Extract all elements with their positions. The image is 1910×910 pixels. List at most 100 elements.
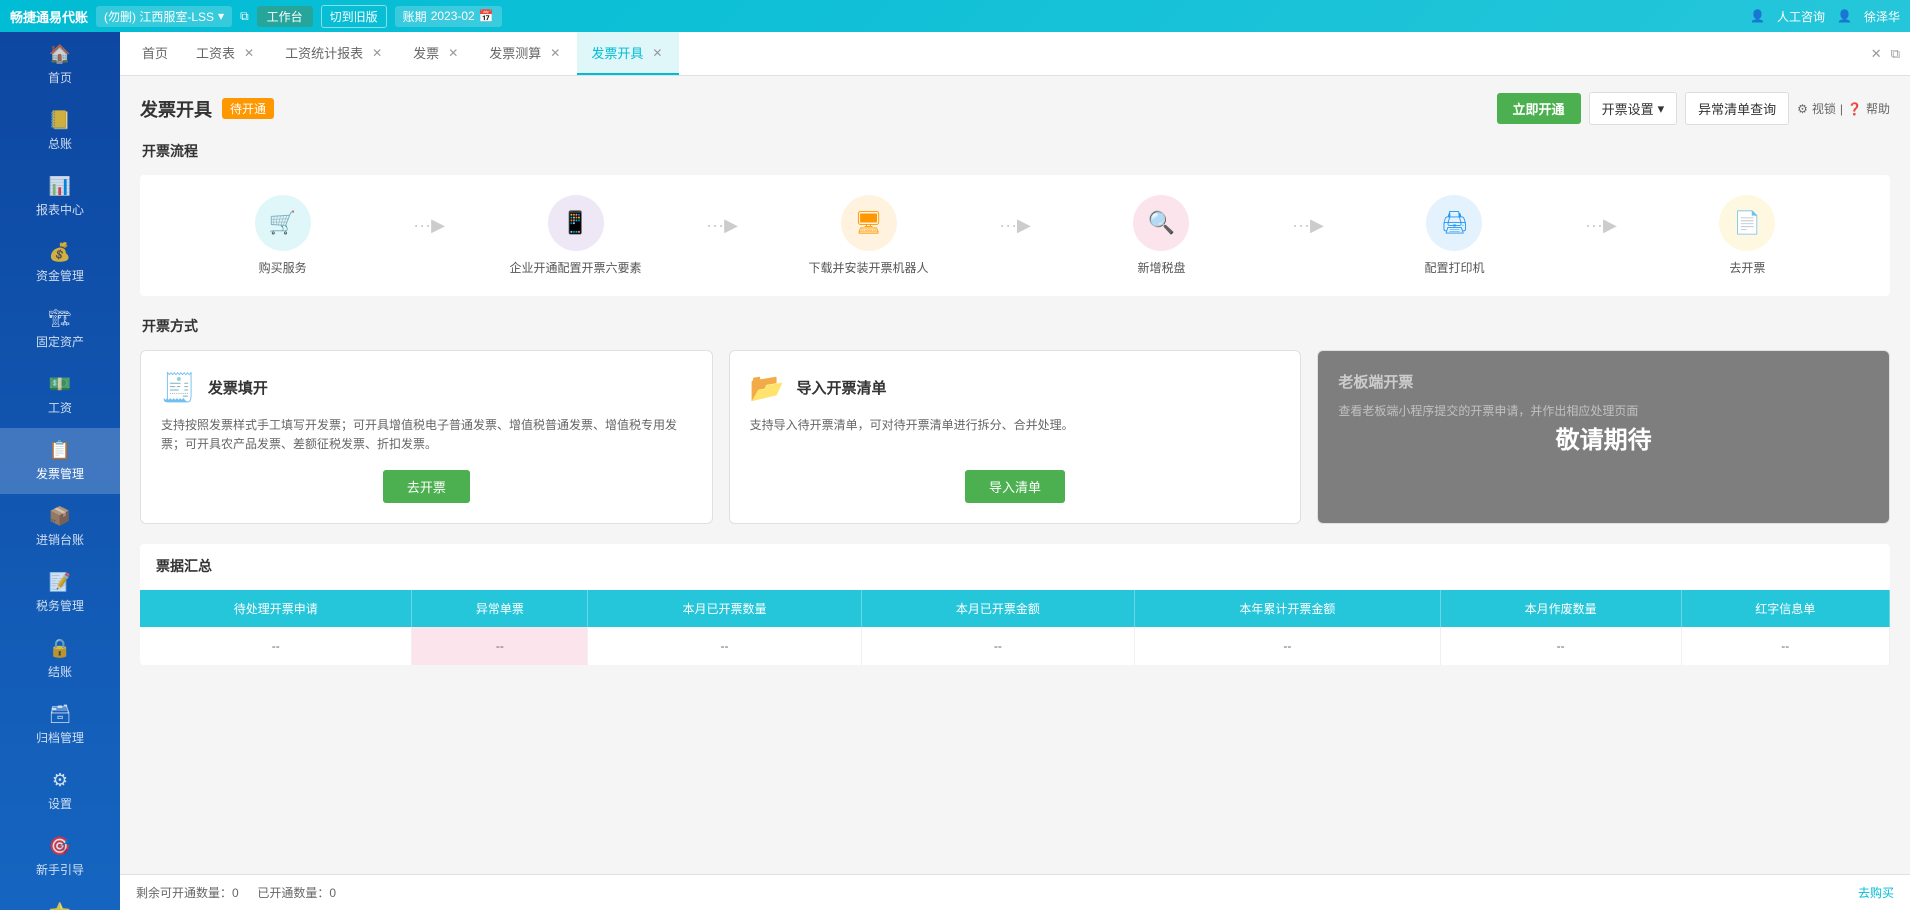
flow-step-printer[interactable]: 🖨 配置打印机 bbox=[1328, 195, 1581, 276]
flow-step-open[interactable]: 📄 去开票 bbox=[1621, 195, 1874, 276]
old-version-button[interactable]: 切到旧版 bbox=[321, 5, 387, 28]
method-card-btn-import[interactable]: 导入清单 bbox=[965, 470, 1065, 503]
dropdown-icon: ▾ bbox=[218, 9, 224, 23]
sidebar-item-salary[interactable]: 💵工资 bbox=[0, 362, 120, 428]
flow-step-download[interactable]: 🖥 下载并安装开票机器人 bbox=[742, 195, 995, 276]
tab-close-salary-table[interactable]: ✕ bbox=[241, 44, 257, 62]
settings-button[interactable]: 开票设置 ▾ bbox=[1589, 92, 1678, 125]
sidebar-item-member[interactable]: ⭐畅会员 bbox=[0, 890, 120, 910]
summary-table: 待处理开票申请异常单票本月已开票数量本月已开票金额本年累计开票金额本月作废数量红… bbox=[140, 590, 1890, 665]
sidebar-label-tax: 税务管理 bbox=[36, 597, 84, 614]
tab-invoice-tool[interactable]: 发票开具✕ bbox=[577, 32, 679, 75]
flow-arrow-0: ···▶ bbox=[413, 215, 445, 256]
tab-label-home: 首页 bbox=[142, 43, 168, 62]
sidebar-item-closing[interactable]: 🔒结账 bbox=[0, 626, 120, 692]
method-card-desc-manual: 支持按照发票样式手工填写开发票；可开具增值税电子普通发票、增值税普通发票、增值税… bbox=[161, 416, 692, 454]
sidebar-icon-member: ⭐ bbox=[49, 902, 71, 910]
workspace-button[interactable]: 工作台 bbox=[257, 6, 313, 27]
method-card-btn-manual[interactable]: 去开票 bbox=[383, 470, 470, 503]
instant-open-button[interactable]: 立即开通 bbox=[1497, 93, 1581, 124]
sidebar-icon-home: 🏠 bbox=[49, 44, 71, 65]
method-card-desc-import: 支持导入待开票清单，可对待开票清单进行拆分、合并处理。 bbox=[750, 416, 1281, 454]
sidebar-icon-assets: 🏗 bbox=[49, 308, 72, 329]
tab-close-invoice-list[interactable]: ✕ bbox=[445, 44, 461, 62]
copy-icon[interactable]: ⧉ bbox=[240, 9, 249, 24]
method-section-title: 开票方式 bbox=[140, 316, 1890, 336]
tab-label-invoice-list: 发票 bbox=[413, 43, 439, 62]
flow-step-buy[interactable]: 🛒 购买服务 bbox=[156, 195, 409, 276]
sidebar-label-ledger: 总账 bbox=[48, 135, 72, 152]
consultant-label[interactable]: 人工咨询 bbox=[1777, 8, 1825, 25]
summary-section-title: 票据汇总 bbox=[140, 544, 1890, 576]
sidebar-item-funds[interactable]: 💰 资金管理 bbox=[0, 230, 120, 296]
flow-step-icon-open: 📄 bbox=[1719, 195, 1775, 251]
methods-row: 🧾 发票填开 支持按照发票样式手工填写开发票；可开具增值税电子普通发票、增值税普… bbox=[140, 350, 1890, 524]
sidebar-label-purchase: 进销台账 bbox=[36, 531, 84, 548]
company-selector[interactable]: (勿删) 江西服室-LSS ▾ bbox=[96, 6, 232, 27]
summary-cell-2: -- bbox=[588, 627, 861, 665]
bottom-bar: 剩余可开通数量：0 已开通数量：0 去购买 bbox=[120, 874, 1910, 910]
view-label: 视锁 bbox=[1812, 100, 1836, 117]
view-controls: ⚙ 视锁 | ❓ 帮助 bbox=[1797, 100, 1890, 117]
flow-section-title: 开票流程 bbox=[140, 141, 1890, 161]
method-card-old: 老板端开票 查看老板端小程序提交的开票申请，并作出相应处理页面 敬请期待 bbox=[1317, 350, 1890, 524]
sidebar-icon-funds: 💰 bbox=[49, 242, 71, 263]
tab-close-invoice-tool[interactable]: ✕ bbox=[649, 44, 665, 62]
bottom-bar-info: 剩余可开通数量：0 已开通数量：0 bbox=[136, 884, 336, 901]
sidebar-item-tax[interactable]: 📝 税务管理 bbox=[0, 560, 120, 626]
tab-label-salary-stats: 工资统计报表 bbox=[285, 43, 363, 62]
sidebar-icon-reports: 📊 bbox=[49, 176, 71, 197]
flow-step-icon-buy: 🛒 bbox=[255, 195, 311, 251]
tab-close-invoice-calc[interactable]: ✕ bbox=[547, 44, 563, 62]
sidebar-icon-tax: 📝 bbox=[49, 572, 71, 593]
period-tag: 账期 2023-02 📅 bbox=[395, 6, 502, 27]
page-actions: 立即开通 开票设置 ▾ 异常清单查询 ⚙ 视锁 | ❓ 帮助 bbox=[1497, 92, 1890, 125]
flow-step-label-config: 企业开通配置开票六要素 bbox=[510, 259, 642, 276]
sidebar-item-home[interactable]: 🏠 首页 bbox=[0, 32, 120, 98]
sidebar-item-invoice[interactable]: 📋发票管理 bbox=[0, 428, 120, 494]
close-all-icon[interactable]: ✕ bbox=[1871, 46, 1882, 62]
sidebar: 🏠 首页 📒总账📊报表中心 💰 资金管理 🏗固定资产💵工资📋发票管理📦进销台账 📝 税务管理 🔒… bbox=[0, 32, 120, 910]
calendar-icon[interactable]: 📅 bbox=[479, 9, 494, 23]
tab-invoice-calc[interactable]: 发票测算✕ bbox=[475, 32, 577, 75]
sidebar-label-closing: 结账 bbox=[48, 663, 72, 680]
flow-arrow-4: ···▶ bbox=[1585, 215, 1617, 256]
sidebar-label-home: 首页 bbox=[48, 69, 72, 86]
flow-step-taxdisk[interactable]: 🔍 新增税盘 bbox=[1035, 195, 1288, 276]
sidebar-item-guide[interactable]: 🎯新手引导 bbox=[0, 824, 120, 890]
remaining-label: 剩余可开通数量：0 bbox=[136, 886, 239, 900]
separator: | bbox=[1840, 102, 1843, 116]
user-avatar: 👤 bbox=[1837, 9, 1852, 23]
tab-home[interactable]: 首页 bbox=[128, 32, 182, 75]
tab-invoice-list[interactable]: 发票 ✕ bbox=[399, 32, 475, 75]
sidebar-icon-guide: 🎯 bbox=[49, 836, 71, 857]
sidebar-item-ledger[interactable]: 📒总账 bbox=[0, 98, 120, 164]
sidebar-label-funds: 资金管理 bbox=[36, 267, 84, 284]
tab-salary-table[interactable]: 工资表✕ bbox=[182, 32, 271, 75]
flow-step-icon-printer: 🖨 bbox=[1426, 195, 1482, 251]
sidebar-item-purchase[interactable]: 📦进销台账 bbox=[0, 494, 120, 560]
sidebar-item-reports[interactable]: 📊报表中心 bbox=[0, 164, 120, 230]
sidebar-item-assets[interactable]: 🏗固定资产 bbox=[0, 296, 120, 362]
page-content: 发票开具 待开通 立即开通 开票设置 ▾ 异常清单查询 ⚙ 视锁 | ❓ bbox=[120, 76, 1910, 874]
buy-link[interactable]: 去购买 bbox=[1858, 884, 1894, 901]
flow-step-label-download: 下载并安装开票机器人 bbox=[809, 259, 929, 276]
query-button[interactable]: 异常清单查询 bbox=[1685, 92, 1789, 125]
sidebar-icon-invoice: 📋 bbox=[49, 440, 71, 461]
method-card-footer-import: 导入清单 bbox=[750, 470, 1281, 503]
method-card-header-manual: 🧾 发票填开 bbox=[161, 371, 692, 404]
restore-icon[interactable]: ⧉ bbox=[1891, 46, 1900, 62]
sidebar-item-settings[interactable]: ⚙设置 bbox=[0, 758, 120, 824]
summary-col-header-1: 异常单票 bbox=[412, 590, 588, 627]
summary-cell-0: -- bbox=[140, 627, 412, 665]
tab-salary-stats[interactable]: 工资统计报表 ✕ bbox=[271, 32, 399, 75]
tab-close-salary-stats[interactable]: ✕ bbox=[369, 44, 385, 62]
flow-arrow-1: ···▶ bbox=[706, 215, 738, 256]
sidebar-icon-salary: 💵 bbox=[49, 374, 71, 395]
period-value: 2023-02 bbox=[431, 9, 475, 23]
sidebar-item-archive[interactable]: 🗃归档管理 bbox=[0, 692, 120, 758]
company-name: (勿删) 江西服室-LSS bbox=[104, 8, 214, 25]
method-card-import: 📂 导入开票清单 支持导入待开票清单，可对待开票清单进行拆分、合并处理。 导入清… bbox=[729, 350, 1302, 524]
flow-step-config[interactable]: 📱 企业开通配置开票六要素 bbox=[449, 195, 702, 276]
user-name[interactable]: 徐泽华 bbox=[1864, 8, 1900, 25]
